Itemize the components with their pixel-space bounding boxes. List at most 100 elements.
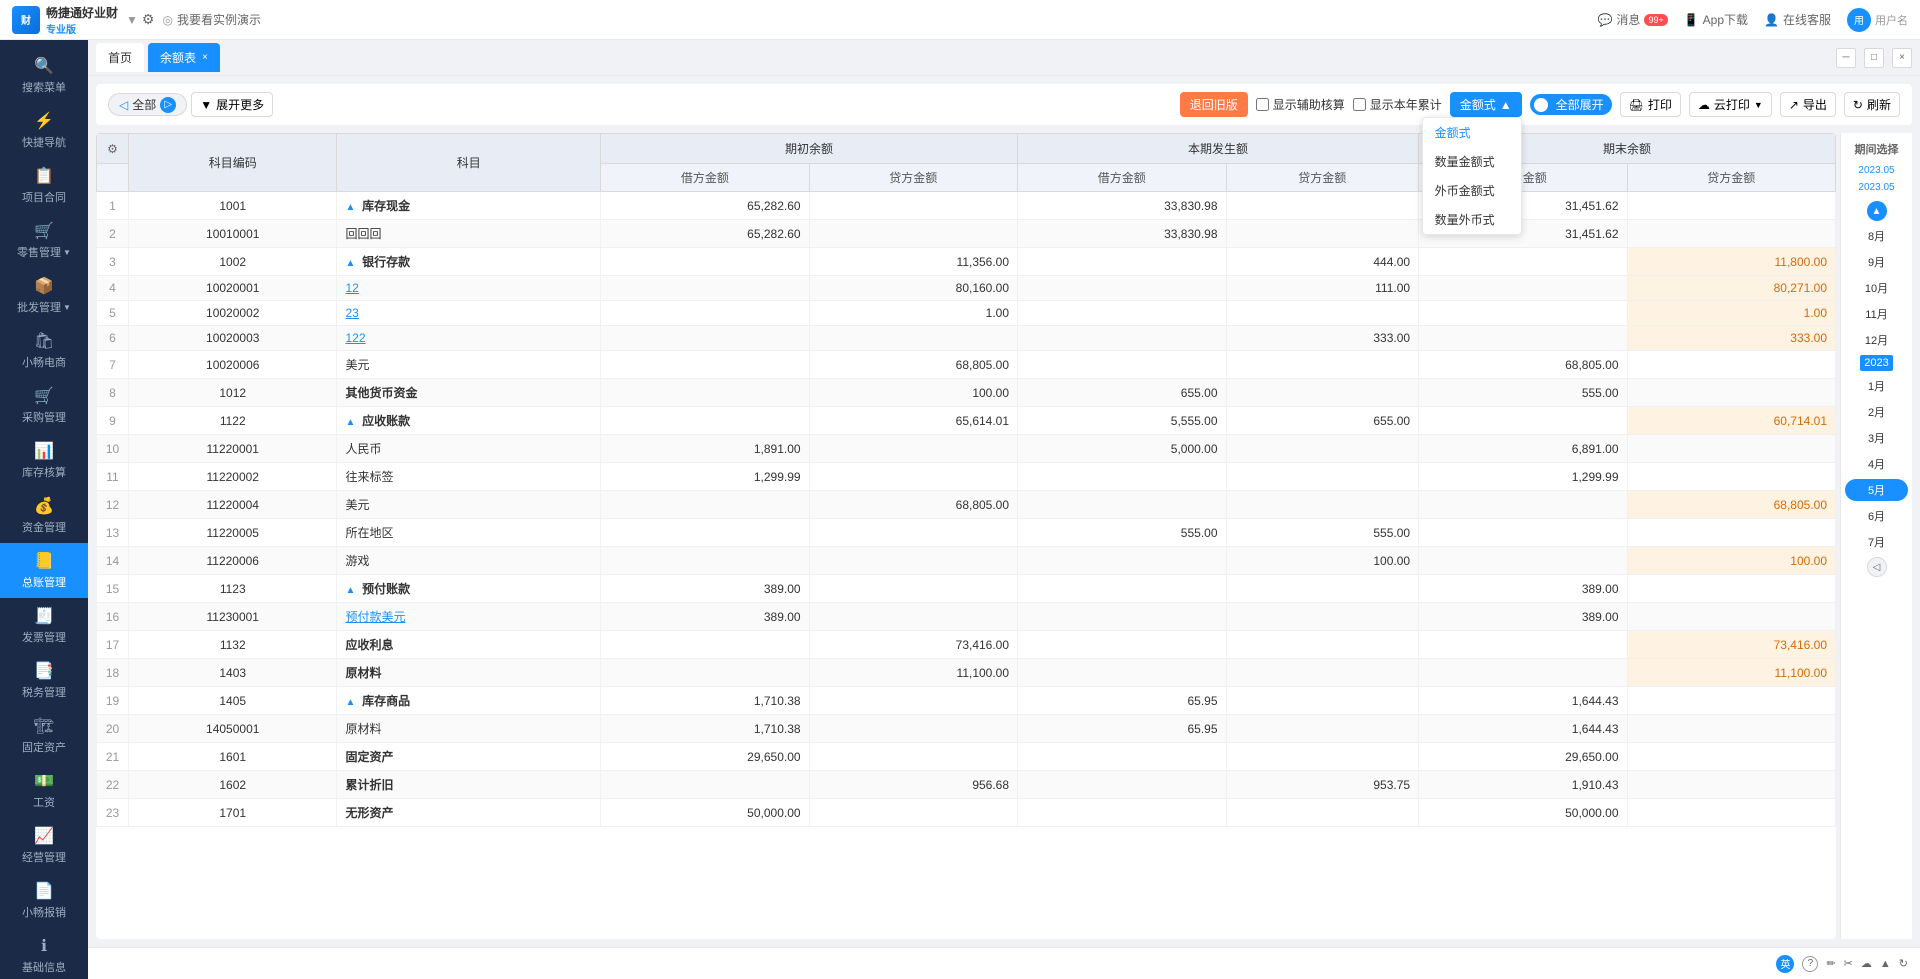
period-aug[interactable]: 8月: [1845, 225, 1908, 247]
cell-period-debit: 555.00: [1018, 519, 1226, 547]
expand-more-btn[interactable]: ▼ 展开更多: [191, 92, 273, 117]
sidebar-item-ecommerce[interactable]: 🛍 小畅电商: [0, 323, 88, 378]
expand-icon[interactable]: ▲: [345, 697, 358, 708]
cell-opening-debit: 1,891.00: [601, 435, 809, 463]
window-close-btn[interactable]: ×: [1892, 48, 1912, 68]
sidebar-item-retail[interactable]: 🛒 零售管理 ▼: [0, 213, 88, 268]
cell-closing-debit: [1419, 407, 1627, 435]
cell-name: 美元: [337, 351, 601, 379]
tab-home[interactable]: 首页: [96, 43, 144, 72]
ecommerce-icon: 🛍: [34, 331, 54, 351]
cell-opening-credit: 956.68: [809, 771, 1017, 799]
cell-name[interactable]: 23: [337, 301, 601, 326]
tab-balance-sheet[interactable]: 余额表 ×: [148, 43, 220, 72]
period-may[interactable]: 5月: [1845, 479, 1908, 501]
status-upload-btn[interactable]: ▲: [1880, 958, 1891, 970]
sidebar-item-sales-report[interactable]: 📄 小畅报销: [0, 873, 88, 928]
cell-name: 往来标签: [337, 463, 601, 491]
panel-collapse-btn[interactable]: ◁: [1867, 557, 1887, 577]
settings-gear-icon[interactable]: ⚙: [142, 11, 155, 28]
sidebar-item-invoice[interactable]: 🧾 发票管理: [0, 598, 88, 653]
tab-close-btn[interactable]: ×: [202, 52, 208, 63]
expand-icon[interactable]: ▲: [345, 585, 358, 596]
period-year-2023[interactable]: 2023: [1860, 355, 1892, 371]
sidebar-item-purchase[interactable]: 🛒 采购管理: [0, 378, 88, 433]
status-edit-btn[interactable]: ✏: [1826, 957, 1835, 970]
sidebar-item-tax[interactable]: 📑 税务管理: [0, 653, 88, 708]
status-refresh-btn[interactable]: ↻: [1899, 957, 1908, 970]
cell-closing-debit: 1,644.43: [1419, 715, 1627, 743]
period-mar[interactable]: 3月: [1845, 427, 1908, 449]
upload-icon: ▲: [1880, 958, 1891, 970]
period-jul[interactable]: 7月: [1845, 531, 1908, 553]
period-apr[interactable]: 4月: [1845, 453, 1908, 475]
period-jun[interactable]: 6月: [1845, 505, 1908, 527]
sidebar-item-inventory[interactable]: 📊 库存核算: [0, 433, 88, 488]
refresh-btn[interactable]: ↻ 刷新: [1844, 92, 1900, 117]
app-download-btn[interactable]: 📱 App下载: [1684, 11, 1748, 28]
cloud-print-btn[interactable]: ☁ 云打印 ▼: [1689, 92, 1772, 117]
show-year-input[interactable]: [1353, 98, 1366, 111]
cell-name: ▲ 库存商品: [337, 687, 601, 715]
cell-row-num: 18: [97, 659, 129, 687]
cell-name[interactable]: 122: [337, 326, 601, 351]
print-btn[interactable]: 🖨 打印: [1620, 92, 1681, 117]
dropdown-item-qty-amount[interactable]: 数量金额式: [1423, 147, 1521, 176]
status-help-btn[interactable]: ?: [1802, 956, 1818, 972]
cell-code: 1012: [129, 379, 337, 407]
period-jan[interactable]: 1月: [1845, 375, 1908, 397]
period-dec[interactable]: 12月: [1845, 329, 1908, 351]
period-feb[interactable]: 2月: [1845, 401, 1908, 423]
export-btn[interactable]: ↗ 导出: [1780, 92, 1836, 117]
period-up-arrow[interactable]: ▲: [1867, 201, 1887, 221]
expand-all-toggle[interactable]: 全部展开: [1530, 94, 1612, 115]
expand-icon[interactable]: ▲: [345, 202, 358, 213]
user-avatar[interactable]: 用 用户名: [1847, 8, 1908, 32]
show-year-checkbox[interactable]: 显示本年累计: [1353, 96, 1442, 113]
cell-row-num: 20: [97, 715, 129, 743]
sidebar-item-basic-info[interactable]: ℹ 基础信息: [0, 928, 88, 979]
breadcrumb-nav-right[interactable]: ▷: [160, 97, 176, 113]
table-row: 191405▲ 库存商品1,710.3865.951,644.43: [97, 687, 1836, 715]
table-settings-icon[interactable]: ⚙: [107, 142, 118, 156]
cell-name[interactable]: 12: [337, 276, 601, 301]
nav-dropdown-arrow[interactable]: ▼: [126, 13, 138, 27]
period-oct[interactable]: 10月: [1845, 277, 1908, 299]
show-assist-checkbox[interactable]: 显示辅助核算: [1256, 96, 1345, 113]
status-cut-btn[interactable]: ✂: [1844, 957, 1853, 970]
sidebar-item-salary[interactable]: 💵 工资: [0, 763, 88, 818]
refresh-icon: ↻: [1853, 98, 1863, 112]
sidebar-item-operations[interactable]: 📈 经营管理: [0, 818, 88, 873]
cell-period-debit: [1018, 771, 1226, 799]
cell-name[interactable]: 预付款美元: [337, 603, 601, 631]
message-btn[interactable]: 💬 消息 99+: [1597, 11, 1667, 28]
demo-link[interactable]: ◎ 我要看实例演示: [162, 11, 261, 28]
sidebar-item-finance[interactable]: 💰 资金管理: [0, 488, 88, 543]
sidebar-item-quick-nav[interactable]: ⚡ 快捷导航: [0, 103, 88, 158]
cell-opening-debit: [601, 379, 809, 407]
status-cloud-btn[interactable]: ☁: [1861, 957, 1872, 970]
cell-opening-debit: [601, 519, 809, 547]
cell-closing-credit: 1.00: [1627, 301, 1835, 326]
return-old-version-btn[interactable]: 退回旧版: [1180, 92, 1248, 117]
period-sep[interactable]: 9月: [1845, 251, 1908, 273]
sidebar-item-project[interactable]: 📋 项目合同: [0, 158, 88, 213]
expand-icon[interactable]: ▲: [345, 417, 358, 428]
sidebar-item-ledger[interactable]: 📒 总账管理: [0, 543, 88, 598]
dropdown-item-foreign-amount[interactable]: 外币金额式: [1423, 176, 1521, 205]
period-nov[interactable]: 11月: [1845, 303, 1908, 325]
cell-closing-credit: 73,416.00: [1627, 631, 1835, 659]
window-minimize-btn[interactable]: ─: [1836, 48, 1856, 68]
expand-icon[interactable]: ▲: [345, 258, 358, 269]
breadcrumb-nav-left[interactable]: ◁: [119, 98, 128, 112]
dropdown-item-qty-foreign[interactable]: 数量外币式: [1423, 205, 1521, 234]
dropdown-item-amount[interactable]: 金额式: [1423, 118, 1521, 147]
sidebar-item-assets[interactable]: 🏗 固定资产: [0, 708, 88, 763]
window-maximize-btn[interactable]: □: [1864, 48, 1884, 68]
sidebar-item-search[interactable]: 🔍 搜索菜单: [0, 48, 88, 103]
sidebar-item-wholesale[interactable]: 📦 批发管理 ▼: [0, 268, 88, 323]
amount-type-btn[interactable]: 金额式 ▲: [1450, 92, 1522, 117]
online-service-btn[interactable]: 👤 在线客服: [1764, 11, 1831, 28]
status-lang-btn[interactable]: 英: [1776, 955, 1794, 973]
show-assist-input[interactable]: [1256, 98, 1269, 111]
